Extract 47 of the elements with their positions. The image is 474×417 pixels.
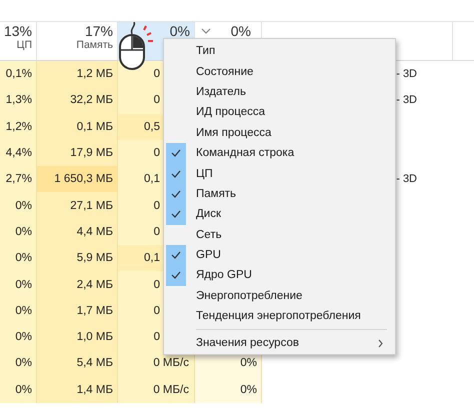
table-cell: 0% bbox=[0, 350, 37, 377]
table-cell: 0% bbox=[0, 218, 37, 246]
chevron-right-icon bbox=[378, 338, 383, 348]
checkmark-icon bbox=[171, 190, 181, 198]
memory-label: Память bbox=[76, 39, 113, 52]
mouse-click-icon bbox=[118, 22, 156, 72]
table-cell: 1,2 МБ bbox=[37, 61, 118, 88]
table-cell: 5,4 МБ bbox=[37, 350, 118, 377]
table-cell: 1,7 МБ bbox=[37, 298, 118, 324]
cpu-label: ЦП bbox=[16, 39, 32, 52]
checkmark-icon bbox=[171, 149, 181, 158]
table-cell: 0% bbox=[0, 324, 37, 350]
table-cell: 32,2 МБ bbox=[37, 87, 118, 114]
table-cell: 2,7% bbox=[0, 166, 37, 192]
memory-total: 17% bbox=[84, 23, 113, 39]
table-cell: 0% bbox=[0, 271, 37, 298]
table-cell: - 3D bbox=[396, 94, 417, 106]
table-cell: 0 МБ/с bbox=[118, 376, 195, 403]
gpu-total: 0% bbox=[230, 23, 251, 39]
table-cell: 0% bbox=[0, 245, 37, 272]
table-cell: 1,0 МБ bbox=[37, 324, 118, 350]
table-cell: 0% bbox=[0, 192, 37, 219]
checkmark-icon bbox=[171, 271, 181, 280]
table-cell: - 3D bbox=[396, 173, 417, 186]
cpu-total: 13% bbox=[4, 23, 32, 39]
table-cell: 0% bbox=[0, 376, 37, 403]
checkmark-icon bbox=[171, 170, 181, 178]
table-cell: 5,9 МБ bbox=[37, 245, 118, 272]
table-cell: 1,3% bbox=[0, 87, 37, 114]
table-cell: 1 650,3 МБ bbox=[37, 166, 118, 192]
table-cell: 0% bbox=[0, 298, 37, 324]
table-cell: 4,4% bbox=[0, 140, 37, 166]
table-cell: 17,9 МБ bbox=[37, 140, 118, 166]
checkmark-icon bbox=[171, 251, 181, 260]
table-cell: 4,4 МБ bbox=[37, 218, 118, 246]
table-cell: 0 МБ/с bbox=[118, 350, 195, 377]
table-cell: - 3D bbox=[396, 68, 417, 80]
table-cell: 0,1% bbox=[0, 61, 37, 88]
table-cell: 2,4 МБ bbox=[37, 271, 118, 298]
checkmark-icon bbox=[171, 210, 181, 218]
table-cell: 27,1 МБ bbox=[37, 192, 118, 219]
table-cell: 0% bbox=[195, 376, 262, 403]
chevron-down-icon bbox=[201, 28, 211, 34]
table-cell: 1,4 МБ bbox=[37, 376, 118, 403]
table-cell: 1,2% bbox=[0, 114, 37, 140]
table-cell: 0,1 МБ bbox=[37, 114, 118, 140]
disk-total: 0% bbox=[170, 23, 190, 39]
